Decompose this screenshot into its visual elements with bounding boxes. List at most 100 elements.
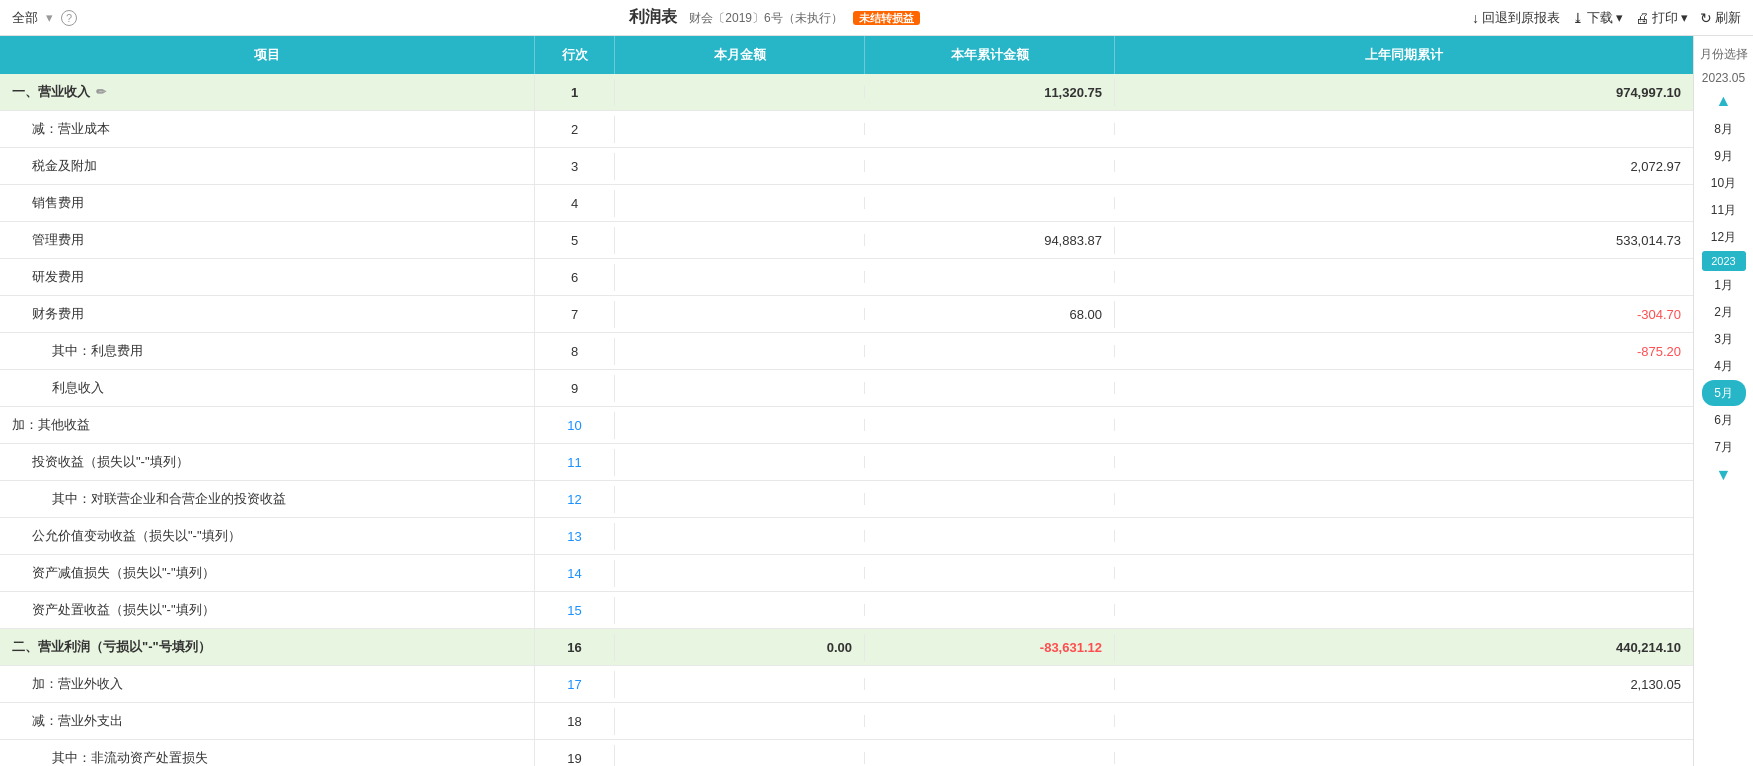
cell-row-number: 3 [535,153,615,180]
item-label: 加：营业外收入 [32,675,123,693]
cell-row-number: 15 [535,597,615,624]
cell-year-amount [865,604,1115,616]
item-label: 研发费用 [32,268,84,286]
table-row: 税金及附加 3 2,072.97 [0,148,1693,185]
sidebar-month-item[interactable]: 10月 [1702,170,1746,196]
back-button[interactable]: ↓ 回退到原报表 [1472,9,1560,27]
cell-item-label: 其中：利息费用 [0,333,535,369]
back-icon: ↓ [1472,10,1479,26]
table-row: 二、营业利润（亏损以"-"号填列） 16 0.00 -83,631.12 440… [0,629,1693,666]
cell-lastyear-amount: 533,014.73 [1115,227,1693,254]
toolbar: ↓ 回退到原报表 ⤓ 下载 ▾ 🖨 打印 ▾ ↻ 刷新 [1472,9,1741,27]
cell-year-amount [865,345,1115,357]
table-row: 管理费用 5 94,883.87 533,014.73 [0,222,1693,259]
cell-row-number: 4 [535,190,615,217]
top-bar: 全部 ▾ ? 利润表 财会〔2019〕6号（未执行） 未结转损益 ↓ 回退到原报… [0,0,1753,36]
cell-month-amount [615,567,865,579]
item-label: 一、营业收入 [12,83,90,101]
print-button[interactable]: 🖨 打印 ▾ [1635,9,1688,27]
table-row: 加：营业外收入 17 2,130.05 [0,666,1693,703]
cell-month-amount [615,86,865,98]
sidebar-month-item[interactable]: 11月 [1702,197,1746,223]
item-label: 公允价值变动收益（损失以"-"填列） [32,527,241,545]
cell-lastyear-amount [1115,456,1693,468]
cell-lastyear-amount [1115,271,1693,283]
cell-month-amount [615,271,865,283]
help-icon[interactable]: ? [61,10,77,26]
cell-lastyear-amount [1115,382,1693,394]
item-label: 管理费用 [32,231,84,249]
cell-month-amount [615,752,865,764]
breadcrumb[interactable]: 全部 [12,9,38,27]
edit-icon[interactable]: ✏ [96,85,106,99]
cell-row-number: 7 [535,301,615,328]
cell-item-label: 减：营业外支出 [0,703,535,739]
sidebar-month-item[interactable]: 2月 [1702,299,1746,325]
item-label: 其中：非流动资产处置损失 [52,749,208,766]
table-row: 财务费用 7 68.00 -304.70 [0,296,1693,333]
sidebar-month-item[interactable]: 6月 [1702,407,1746,433]
sidebar-up-arrow[interactable]: ▲ [1712,89,1736,113]
table-row: 资产处置收益（损失以"-"填列） 15 [0,592,1693,629]
sidebar-month-item[interactable]: 4月 [1702,353,1746,379]
cell-year-amount [865,530,1115,542]
cell-lastyear-amount: 974,997.10 [1115,79,1693,106]
sidebar-year-item[interactable]: 2023 [1702,251,1746,271]
breadcrumb-arrow: ▾ [46,10,53,25]
cell-row-number: 19 [535,745,615,767]
item-label: 减：营业外支出 [32,712,123,730]
sidebar-month-item[interactable]: 12月 [1702,224,1746,250]
cell-month-amount [615,382,865,394]
cell-item-label: 一、营业收入 ✏ [0,74,535,110]
sidebar-month-item[interactable]: 7月 [1702,434,1746,460]
cell-lastyear-amount [1115,123,1693,135]
status-badge: 未结转损益 [853,11,920,25]
table-row: 研发费用 6 [0,259,1693,296]
sidebar-month-item[interactable]: 9月 [1702,143,1746,169]
table-row: 其中：利息费用 8 -875.20 [0,333,1693,370]
sidebar-title: 月份选择 [1696,40,1752,69]
col-header-lastyear: 上年同期累计 [1115,36,1693,74]
sidebar-month-item[interactable]: 8月 [1702,116,1746,142]
item-label: 投资收益（损失以"-"填列） [32,453,189,471]
cell-year-amount: 11,320.75 [865,79,1115,106]
item-label: 利息收入 [52,379,104,397]
cell-row-number: 12 [535,486,615,513]
cell-item-label: 二、营业利润（亏损以"-"号填列） [0,629,535,665]
cell-item-label: 销售费用 [0,185,535,221]
cell-year-amount: 68.00 [865,301,1115,328]
cell-lastyear-amount [1115,419,1693,431]
cell-month-amount [615,715,865,727]
cell-lastyear-amount: 2,130.05 [1115,671,1693,698]
item-label: 其中：对联营企业和合营企业的投资收益 [52,490,286,508]
content-area: 项目 行次 本月金额 本年累计金额 上年同期累计 一、营业收入 ✏ 1 11,3… [0,36,1753,766]
sidebar-month-item[interactable]: 3月 [1702,326,1746,352]
refresh-label: 刷新 [1715,9,1741,27]
cell-lastyear-amount: -875.20 [1115,338,1693,365]
cell-month-amount: 0.00 [615,634,865,661]
table-row: 其中：非流动资产处置损失 19 [0,740,1693,766]
download-button[interactable]: ⤓ 下载 ▾ [1572,9,1623,27]
cell-year-amount [865,197,1115,209]
download-arrow-icon: ▾ [1616,10,1623,25]
cell-row-number: 11 [535,449,615,476]
download-label: 下载 [1587,9,1613,27]
col-header-year: 本年累计金额 [865,36,1115,74]
cell-month-amount [615,345,865,357]
item-label: 二、营业利润（亏损以"-"号填列） [12,638,211,656]
sidebar-month-item[interactable]: 1月 [1702,272,1746,298]
cell-item-label: 其中：对联营企业和合营企业的投资收益 [0,481,535,517]
cell-row-number: 5 [535,227,615,254]
refresh-button[interactable]: ↻ 刷新 [1700,9,1741,27]
cell-item-label: 公允价值变动收益（损失以"-"填列） [0,518,535,554]
sidebar-down-arrow[interactable]: ▼ [1712,463,1736,487]
table-row: 减：营业外支出 18 [0,703,1693,740]
cell-row-number: 13 [535,523,615,550]
page-title: 利润表 [629,8,677,25]
cell-month-amount [615,530,865,542]
cell-month-amount [615,160,865,172]
sidebar-month-item[interactable]: 5月 [1702,380,1746,406]
cell-month-amount [615,604,865,616]
cell-month-amount [615,123,865,135]
cell-year-amount [865,752,1115,764]
